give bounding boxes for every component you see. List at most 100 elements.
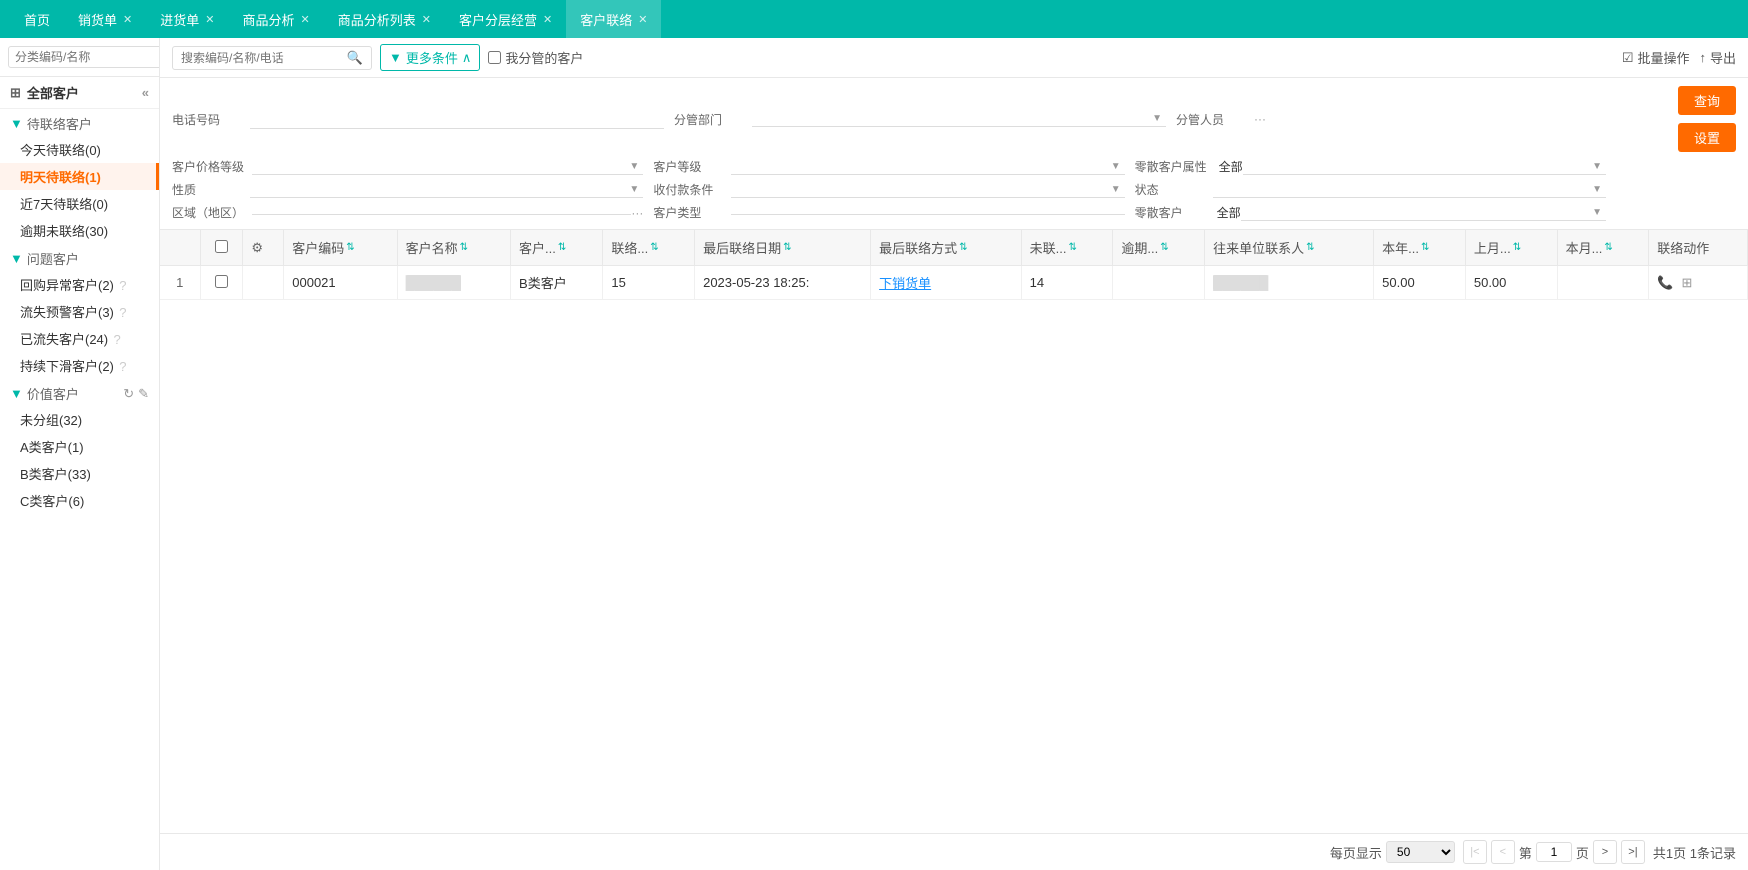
- filter-more-conditions-btn[interactable]: ▼ 更多条件 ∧: [380, 44, 480, 71]
- sidebar-item-class-c[interactable]: C类客户(6): [0, 487, 159, 514]
- th-last-contact-date: 最后联络日期 ⇅: [695, 230, 871, 266]
- filter-row-1: 电话号码 分管部门 ▼ 分管人员 ··· 查询 设置: [172, 86, 1736, 152]
- nav-sales[interactable]: 销货单 ✕: [64, 0, 146, 38]
- batch-ops-btn[interactable]: ☑ 批量操作: [1622, 48, 1690, 67]
- sort-year-icon[interactable]: ⇅: [1421, 242, 1429, 253]
- filter-payment-select[interactable]: ▼: [731, 182, 1124, 198]
- edit-icon[interactable]: ✎: [138, 386, 149, 402]
- filter-retail-customer-select[interactable]: ▼: [1241, 205, 1606, 221]
- filter-region-label: 区域（地区）: [172, 204, 244, 221]
- filter-customer-price-select[interactable]: ▼: [252, 159, 643, 175]
- toolbar-search-input[interactable]: [181, 51, 347, 65]
- export-icon: ↑: [1699, 50, 1706, 65]
- sort-company-icon[interactable]: ⇅: [1306, 242, 1314, 253]
- export-btn[interactable]: ↑ 导出: [1699, 48, 1736, 67]
- prev-page-btn[interactable]: <: [1491, 840, 1515, 864]
- filter-region-select[interactable]: [252, 210, 631, 215]
- nav-goods-analysis-list[interactable]: 商品分析列表 ✕: [324, 0, 445, 38]
- dept-dropdown-icon: ▼: [1152, 113, 1162, 124]
- table-row: 1 000021 ██████ B类客户 15 2023-05-23 18:25…: [160, 266, 1748, 300]
- sort-this-month-icon[interactable]: ⇅: [1604, 242, 1612, 253]
- th-gear[interactable]: ⚙: [243, 230, 284, 266]
- filter-customer-type: 客户类型: [653, 204, 1124, 221]
- sort-uncontacted-icon[interactable]: ⇅: [1068, 242, 1076, 253]
- filter-phone-input[interactable]: [250, 110, 664, 129]
- checkbox-icon: ☑: [1622, 50, 1634, 66]
- nav-purchase[interactable]: 进货单 ✕: [146, 0, 228, 38]
- filter-gender-select[interactable]: ▼: [250, 182, 643, 198]
- filter-region-dots[interactable]: ···: [631, 206, 643, 220]
- content-area: 🔍 ▼ 更多条件 ∧ 我分管的客户 ☑ 批量操作 ↑ 导出: [160, 38, 1748, 870]
- close-sales-icon[interactable]: ✕: [123, 13, 132, 26]
- filter-status-select[interactable]: ▼: [1213, 182, 1606, 198]
- sidebar-item-class-b[interactable]: B类客户(33): [0, 460, 159, 487]
- sidebar-item-lost-risk[interactable]: 流失预警客户(3) ?: [0, 298, 159, 325]
- sidebar-item-repurchase-abnormal[interactable]: 回购异常客户(2) ?: [0, 271, 159, 298]
- cell-checkbox[interactable]: [200, 266, 243, 300]
- value-group-label: ▼ 价值客户 ↻ ✎: [0, 379, 159, 406]
- sort-type-icon[interactable]: ⇅: [558, 242, 566, 253]
- sort-name-icon[interactable]: ⇅: [460, 242, 468, 253]
- nav-customer-contact[interactable]: 客户联络 ✕: [566, 0, 661, 38]
- phone-action-icon[interactable]: 📞: [1657, 275, 1673, 291]
- filter-customer-type-select[interactable]: [731, 210, 1124, 215]
- close-purchase-icon[interactable]: ✕: [205, 13, 214, 26]
- help-icon-4: ?: [119, 359, 126, 374]
- cell-contact: 15: [603, 266, 695, 300]
- sort-date-icon[interactable]: ⇅: [783, 242, 791, 253]
- sidebar-item-continuous-decline[interactable]: 持续下滑客户(2) ?: [0, 352, 159, 379]
- cell-this-year: 50.00: [1374, 266, 1466, 300]
- my-customer-checkbox[interactable]: [488, 51, 501, 64]
- page-number-input[interactable]: [1536, 842, 1572, 862]
- filter-dept-select[interactable]: ▼: [752, 111, 1166, 127]
- sidebar-item-overdue[interactable]: 逾期未联络(30): [0, 217, 159, 244]
- nav-customer-segment[interactable]: 客户分层经营 ✕: [445, 0, 566, 38]
- sidebar-item-week7[interactable]: 近7天待联络(0): [0, 190, 159, 217]
- sidebar-item-lost[interactable]: 已流失客户(24) ?: [0, 325, 159, 352]
- sidebar-item-today[interactable]: 今天待联络(0): [0, 136, 159, 163]
- th-name: 客户名称 ⇅: [397, 230, 510, 266]
- my-customer-checkbox-area[interactable]: 我分管的客户: [488, 48, 583, 67]
- filter-customer-level-select[interactable]: ▼: [731, 159, 1124, 175]
- help-icon-2: ?: [119, 305, 126, 320]
- next-page-btn[interactable]: >: [1593, 840, 1617, 864]
- all-customers-header[interactable]: ⊞ 全部客户 «: [0, 77, 159, 109]
- sidebar-search-input[interactable]: [8, 46, 160, 68]
- sidebar-item-class-a[interactable]: A类客户(1): [0, 433, 159, 460]
- sort-contact-icon[interactable]: ⇅: [650, 242, 658, 253]
- filter-person-label: 分管人员: [1176, 111, 1246, 128]
- contact-method-link[interactable]: 下销货单: [879, 276, 931, 291]
- filter-retail-attr-select[interactable]: ▼: [1243, 159, 1606, 175]
- per-page-select[interactable]: 50 100 200: [1386, 841, 1455, 863]
- row-checkbox[interactable]: [215, 275, 228, 288]
- close-customer-contact-icon[interactable]: ✕: [638, 13, 647, 26]
- sidebar-item-tomorrow[interactable]: 明天待联络(1): [0, 163, 159, 190]
- cell-name: ██████: [397, 266, 510, 300]
- more-action-icon[interactable]: ⊞: [1681, 275, 1692, 291]
- refresh-icon[interactable]: ↻: [123, 386, 134, 402]
- close-goods-analysis-icon[interactable]: ✕: [301, 13, 310, 26]
- cell-customer-type: B类客户: [511, 266, 603, 300]
- toolbar-search-icon[interactable]: 🔍: [347, 50, 363, 66]
- table-gear-icon[interactable]: ⚙: [251, 240, 263, 255]
- sort-code-icon[interactable]: ⇅: [346, 242, 354, 253]
- cell-last-contact-method[interactable]: 下销货单: [871, 266, 1022, 300]
- nav-goods-analysis[interactable]: 商品分析 ✕: [228, 0, 323, 38]
- settings-button[interactable]: 设置: [1678, 123, 1736, 152]
- filter-person-dots[interactable]: ···: [1254, 112, 1266, 126]
- sidebar-item-unclassified[interactable]: 未分组(32): [0, 406, 159, 433]
- sort-overdue-icon[interactable]: ⇅: [1160, 242, 1168, 253]
- sort-last-month-icon[interactable]: ⇅: [1513, 242, 1521, 253]
- close-customer-segment-icon[interactable]: ✕: [543, 13, 552, 26]
- query-button[interactable]: 查询: [1678, 86, 1736, 115]
- sort-method-icon[interactable]: ⇅: [959, 242, 967, 253]
- first-page-btn[interactable]: |<: [1463, 840, 1487, 864]
- close-goods-analysis-list-icon[interactable]: ✕: [422, 13, 431, 26]
- select-all-checkbox[interactable]: [215, 240, 228, 253]
- last-page-btn[interactable]: >|: [1621, 840, 1645, 864]
- collapse-icon[interactable]: «: [142, 85, 149, 100]
- nav-home[interactable]: 首页: [10, 0, 64, 38]
- th-company-contact: 往来单位联系人 ⇅: [1205, 230, 1374, 266]
- th-actions: 联络动作: [1649, 230, 1748, 266]
- filter-payment-label: 收付款条件: [653, 181, 723, 198]
